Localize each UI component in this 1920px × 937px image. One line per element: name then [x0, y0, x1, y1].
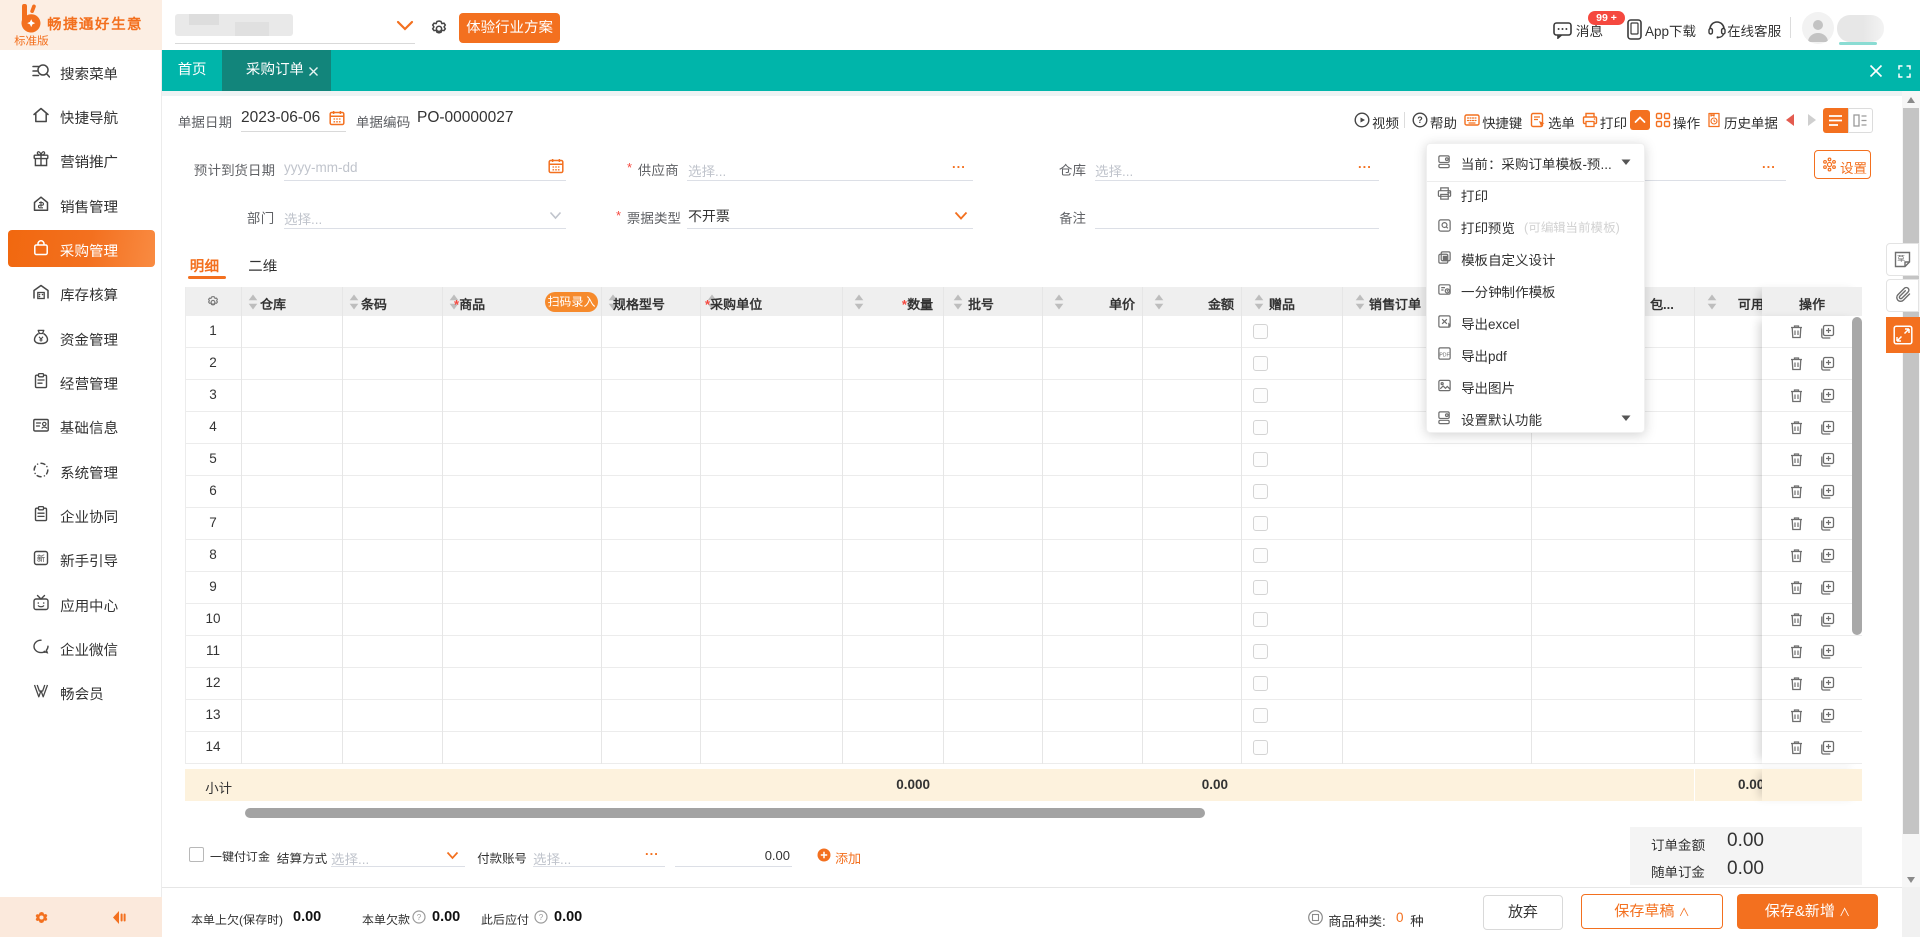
svg-text:?: ?: [417, 913, 422, 922]
svg-text:?: ?: [539, 913, 544, 922]
svg-text:PDF: PDF: [1439, 352, 1449, 358]
svg-text:新: 新: [37, 552, 46, 564]
svg-text:草: 草: [1897, 254, 1905, 265]
svg-text:?: ?: [1417, 115, 1423, 125]
